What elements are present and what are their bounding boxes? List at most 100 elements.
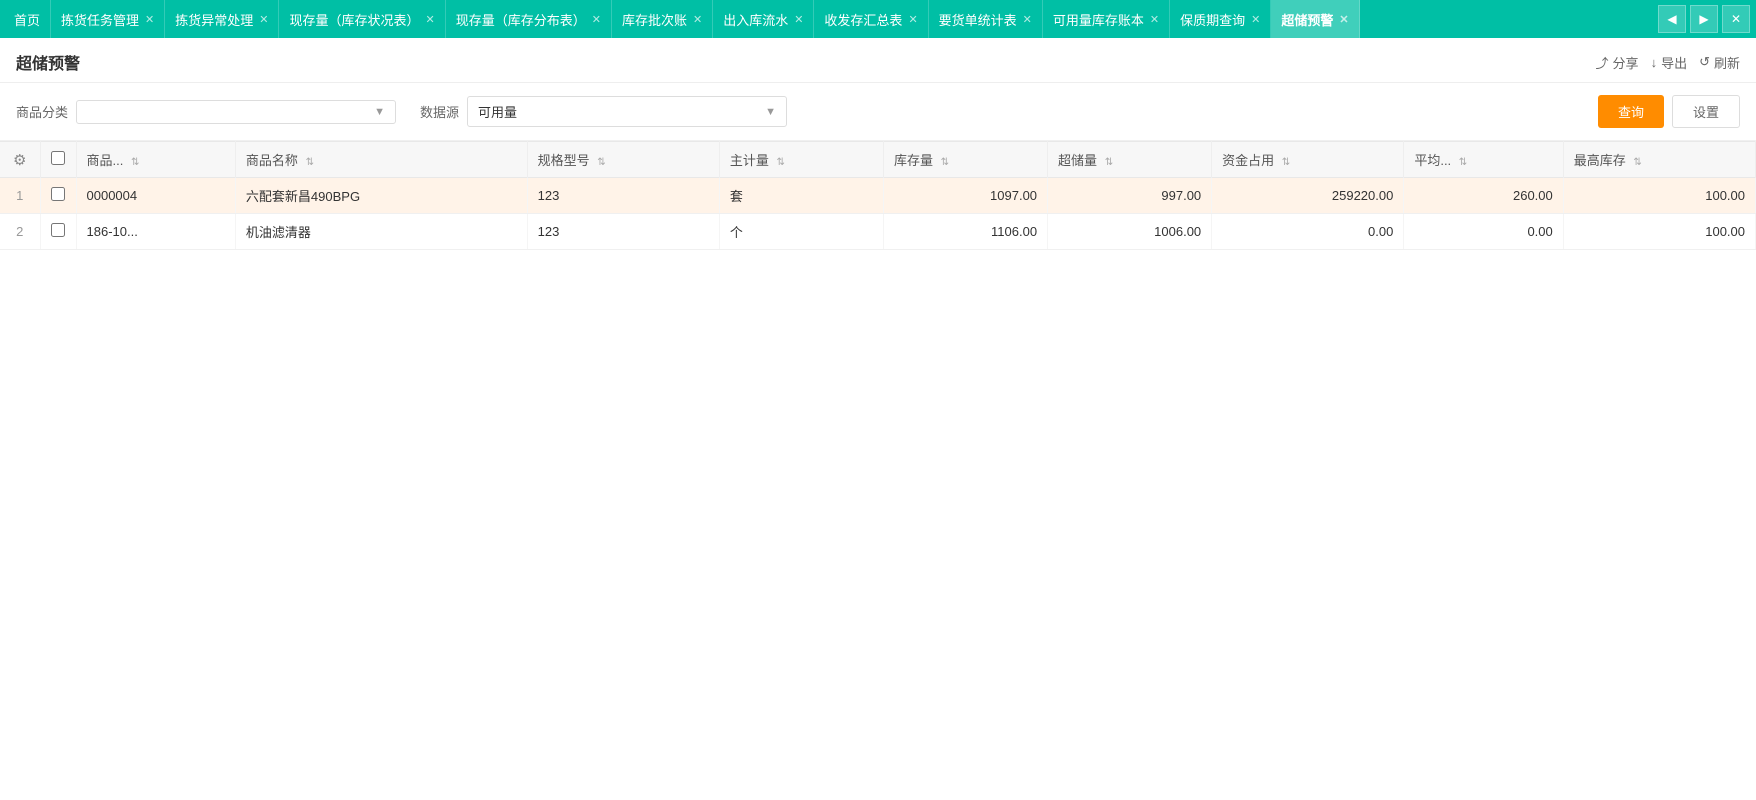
col-header-settings[interactable]: ⚙ [0,142,40,178]
sort-icon: ⇅ [131,157,139,168]
gear-icon[interactable]: ⚙ [13,152,26,169]
chevron-down-icon: ▼ [374,106,385,118]
sort-icon: ⇅ [1633,157,1641,168]
nav-arrow-group: ◀ ▶ ✕ [1656,5,1752,33]
col-header-spec[interactable]: 规格型号 ⇅ [527,142,719,178]
row-checkbox[interactable] [51,223,65,237]
row-checkbox[interactable] [51,187,65,201]
nav-prev-button[interactable]: ◀ [1658,5,1686,33]
unit-cell: 套 [719,178,883,214]
select-all-checkbox[interactable] [51,151,65,165]
col-header-overstock[interactable]: 超储量 ⇅ [1048,142,1212,178]
page-header: 超储预警 ⤴ 分享 ↓ 导出 ↺ 刷新 [0,38,1756,83]
product-code-cell: 0000004 [76,178,235,214]
nav-tab-task[interactable]: 拣货任务管理 ✕ [51,0,165,38]
col-header-capital[interactable]: 资金占用 ⇅ [1212,142,1404,178]
avg-cell: 0.00 [1404,214,1563,250]
overstock-cell: 1006.00 [1048,214,1212,250]
nav-tab-inout[interactable]: 出入库流水 ✕ [713,0,814,38]
nav-tab-batch[interactable]: 库存批次账 ✕ [612,0,713,38]
overstock-cell: 997.00 [1048,178,1212,214]
page-title: 超储预警 [16,50,80,74]
product-category-filter: 商品分类 ▼ [16,100,396,124]
top-navigation: 首页 拣货任务管理 ✕ 拣货异常处理 ✕ 现存量（库存状况表） ✕ 现存量（库存… [0,0,1756,38]
sort-icon: ⇅ [1459,157,1467,168]
sort-icon: ⇅ [1282,157,1290,168]
data-table: ⚙ 商品... ⇅ 商品名称 ⇅ 规格型号 ⇅ [0,141,1756,250]
close-icon[interactable]: ✕ [1023,13,1032,26]
filter-actions: 查询 设置 [1598,95,1740,128]
close-icon[interactable]: ✕ [693,13,702,26]
spec-cell: 123 [527,214,719,250]
close-icon[interactable]: ✕ [145,13,154,26]
close-icon[interactable]: ✕ [1150,13,1159,26]
sort-icon: ⇅ [941,157,949,168]
nav-next-button[interactable]: ▶ [1690,5,1718,33]
close-icon[interactable]: ✕ [794,13,803,26]
stock-cell: 1097.00 [883,178,1047,214]
product-name-cell: 六配套新昌490BPG [235,178,527,214]
sort-icon: ⇅ [776,157,784,168]
sort-icon: ⇅ [597,157,605,168]
data-source-filter: 数据源 可用量 ▼ [420,96,787,127]
nav-tab-summary[interactable]: 收发存汇总表 ✕ [814,0,928,38]
close-icon[interactable]: ✕ [1339,13,1348,26]
export-button[interactable]: ↓ 导出 [1651,53,1688,72]
close-icon[interactable]: ✕ [426,13,435,26]
nav-tab-order-stats[interactable]: 要货单统计表 ✕ [929,0,1043,38]
export-icon: ↓ [1651,55,1658,70]
chevron-down-icon: ▼ [765,106,776,118]
row-checkbox-cell[interactable] [40,178,76,214]
table-row: 2 186-10... 机油滤清器 123 个 1106.00 1006.00 … [0,214,1756,250]
nav-tab-available[interactable]: 可用量库存账本 ✕ [1043,0,1170,38]
capital-cell: 0.00 [1212,214,1404,250]
product-code-cell: 186-10... [76,214,235,250]
col-header-product-code[interactable]: 商品... ⇅ [76,142,235,178]
col-header-product-name[interactable]: 商品名称 ⇅ [235,142,527,178]
nav-tab-stock-status[interactable]: 现存量（库存状况表） ✕ [279,0,445,38]
data-source-value: 可用量 [478,102,517,121]
query-button[interactable]: 查询 [1598,95,1664,128]
header-actions: ⤴ 分享 ↓ 导出 ↺ 刷新 [1596,53,1740,72]
capital-cell: 259220.00 [1212,178,1404,214]
nav-tab-stock-dist[interactable]: 现存量（库存分布表） ✕ [446,0,612,38]
col-header-stock[interactable]: 库存量 ⇅ [883,142,1047,178]
refresh-icon: ↺ [1699,54,1710,70]
unit-cell: 个 [719,214,883,250]
close-icon[interactable]: ✕ [259,13,268,26]
avg-cell: 260.00 [1404,178,1563,214]
data-source-select[interactable]: 可用量 ▼ [467,96,787,127]
row-checkbox-cell[interactable] [40,214,76,250]
filter-bar: 商品分类 ▼ 数据源 可用量 ▼ 查询 设置 [0,83,1756,141]
nav-tab-home[interactable]: 首页 [4,0,51,38]
data-source-label: 数据源 [420,102,459,121]
row-index-cell: 2 [0,214,40,250]
spec-cell: 123 [527,178,719,214]
col-header-avg[interactable]: 平均... ⇅ [1404,142,1563,178]
product-name-cell: 机油滤清器 [235,214,527,250]
col-header-max-stock[interactable]: 最高库存 ⇅ [1563,142,1755,178]
col-header-checkbox[interactable] [40,142,76,178]
product-category-label: 商品分类 [16,102,68,121]
table-row: 1 0000004 六配套新昌490BPG 123 套 1097.00 997.… [0,178,1756,214]
settings-button[interactable]: 设置 [1672,95,1740,128]
row-index-cell: 1 [0,178,40,214]
sort-icon: ⇅ [306,157,314,168]
close-icon[interactable]: ✕ [592,13,601,26]
nav-tab-exception[interactable]: 拣货异常处理 ✕ [165,0,279,38]
close-icon[interactable]: ✕ [1251,13,1260,26]
nav-tab-overstock[interactable]: 超储预警 ✕ [1271,0,1359,38]
refresh-button[interactable]: ↺ 刷新 [1699,53,1740,72]
max-stock-cell: 100.00 [1563,178,1755,214]
share-icon: ⤴ [1596,53,1609,72]
stock-cell: 1106.00 [883,214,1047,250]
product-category-select[interactable]: ▼ [76,100,396,124]
sort-icon: ⇅ [1105,157,1113,168]
max-stock-cell: 100.00 [1563,214,1755,250]
share-button[interactable]: ⤴ 分享 [1596,53,1639,72]
nav-tab-expiry[interactable]: 保质期查询 ✕ [1170,0,1271,38]
nav-close-button[interactable]: ✕ [1722,5,1750,33]
col-header-unit[interactable]: 主计量 ⇅ [719,142,883,178]
page-container: 超储预警 ⤴ 分享 ↓ 导出 ↺ 刷新 商品分类 ▼ 数据源 [0,38,1756,800]
close-icon[interactable]: ✕ [908,13,917,26]
